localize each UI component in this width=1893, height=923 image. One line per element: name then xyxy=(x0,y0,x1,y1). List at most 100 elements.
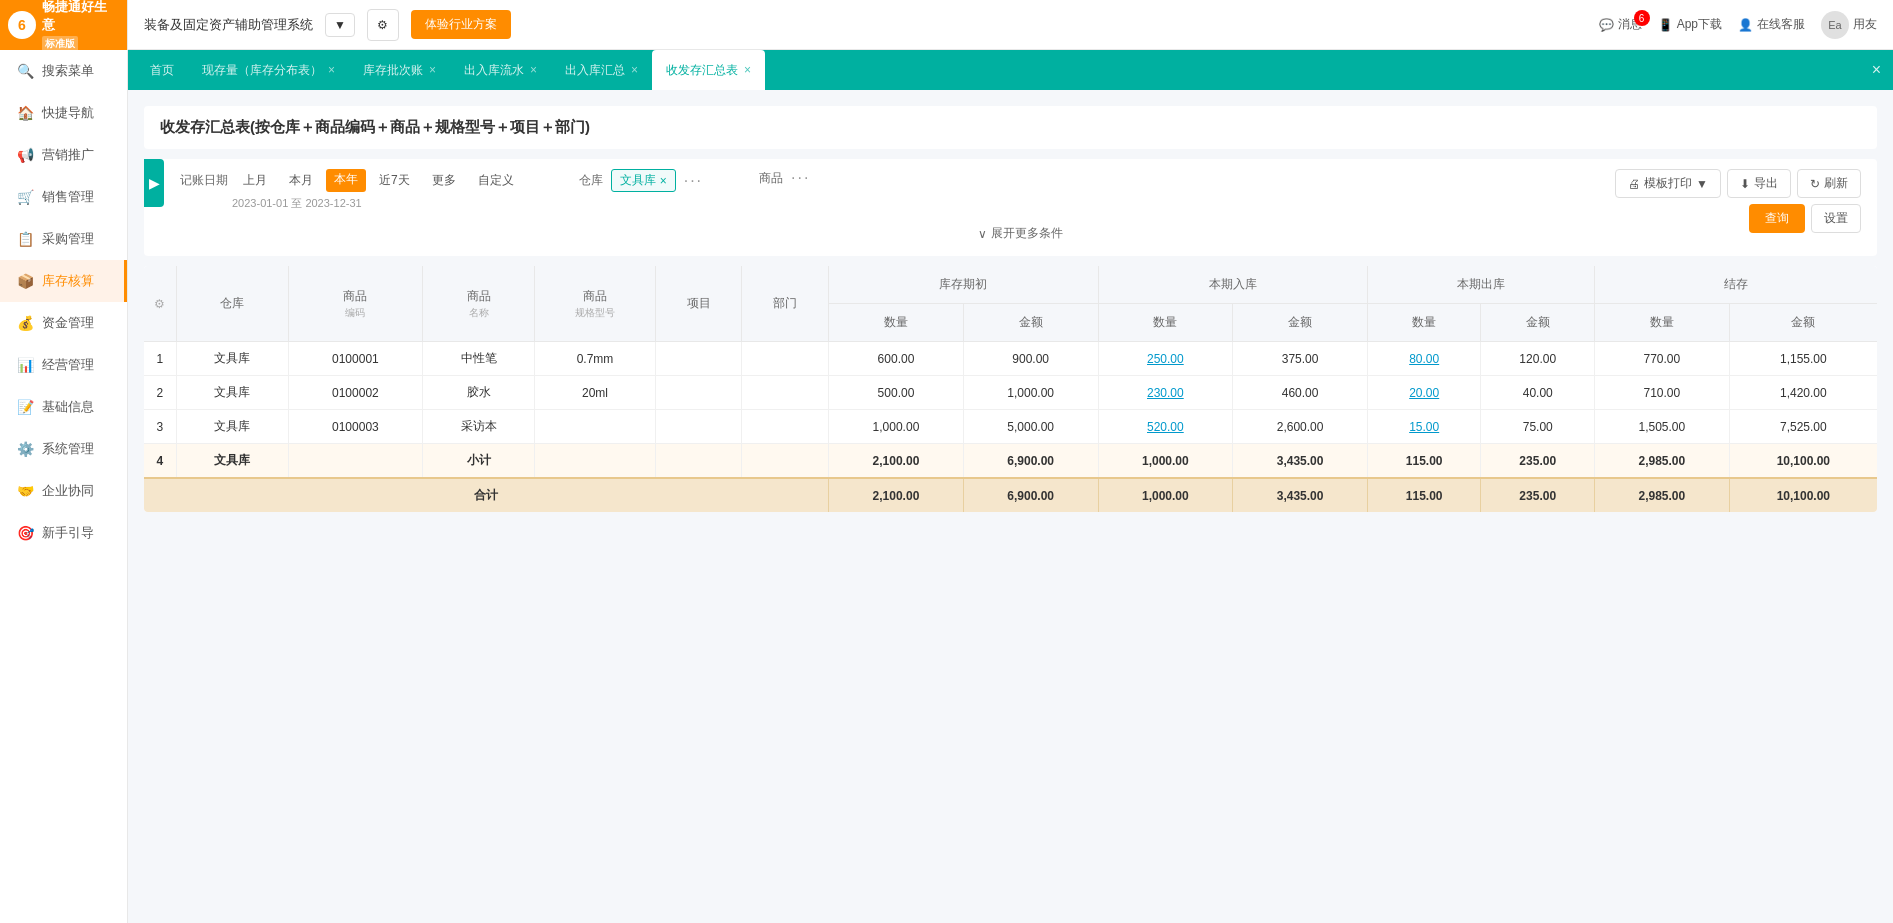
row-no: 1 xyxy=(144,342,176,376)
sidebar-item-operation[interactable]: 📊 经营管理 xyxy=(0,344,127,386)
tab-summary-close[interactable]: × xyxy=(631,64,638,76)
col-in-qty-header: 数量 xyxy=(1098,304,1233,342)
col-bal-amt-header: 金额 xyxy=(1729,304,1877,342)
row-out-qty[interactable]: 80.00 xyxy=(1367,342,1481,376)
settings-button[interactable]: 设置 xyxy=(1811,204,1861,233)
col-open-qty-header: 数量 xyxy=(829,304,964,342)
sidebar-item-base-info[interactable]: 📝 基础信息 xyxy=(0,386,127,428)
sidebar-item-finance[interactable]: 💰 资金管理 xyxy=(0,302,127,344)
row-in-qty[interactable]: 520.00 xyxy=(1098,410,1233,444)
col-opening-header: 库存期初 xyxy=(829,266,1098,304)
sidebar-item-purchase[interactable]: 📋 采购管理 xyxy=(0,218,127,260)
row-bal-qty: 770.00 xyxy=(1594,342,1729,376)
tab-summary[interactable]: 出入库汇总 × xyxy=(551,50,652,90)
topbar-settings-button[interactable]: ⚙ xyxy=(367,9,399,41)
col-out-amt-header: 金额 xyxy=(1481,304,1595,342)
footer-open-amt: 6,900.00 xyxy=(963,478,1098,512)
warehouse-tag[interactable]: 文具库 × xyxy=(611,169,676,192)
online-service-button[interactable]: 👤 在线客服 xyxy=(1738,16,1805,33)
table-row: 4文具库小计2,100.006,900.001,000.003,435.0011… xyxy=(144,444,1877,479)
system-select[interactable]: ▼ xyxy=(325,13,355,37)
topbar: 装备及固定资产辅助管理系统 ▼ ⚙ 体验行业方案 💬 消息 6 📱 App下载 … xyxy=(128,0,1893,50)
date-btn-more[interactable]: 更多 xyxy=(423,169,465,192)
sidebar-item-search[interactable]: 🔍 搜索菜单 xyxy=(0,50,127,92)
date-btn-last-month[interactable]: 上月 xyxy=(234,169,276,192)
logo-title: 畅捷通好生意 xyxy=(42,0,119,34)
date-btn-7days[interactable]: 近7天 xyxy=(370,169,419,192)
row-in-qty[interactable]: 230.00 xyxy=(1098,376,1233,410)
query-button[interactable]: 查询 xyxy=(1749,204,1805,233)
date-btn-this-year[interactable]: 本年 xyxy=(326,169,366,192)
tab-stock-dist[interactable]: 现存量（库存分布表） × xyxy=(188,50,349,90)
row-name: 采访本 xyxy=(423,410,535,444)
tab-batch-close[interactable]: × xyxy=(429,64,436,76)
row-warehouse: 文具库 xyxy=(176,342,288,376)
tab-stock-dist-close[interactable]: × xyxy=(328,64,335,76)
tab-flow-close[interactable]: × xyxy=(530,64,537,76)
row-out-qty[interactable]: 20.00 xyxy=(1367,376,1481,410)
row-in-qty[interactable]: 250.00 xyxy=(1098,342,1233,376)
row-project xyxy=(655,444,742,479)
template-print-button[interactable]: 🖨 模板打印 ▼ xyxy=(1615,169,1721,198)
guide-icon: 🎯 xyxy=(16,525,34,541)
col-in-header: 本期入库 xyxy=(1098,266,1367,304)
service-icon: 👤 xyxy=(1738,18,1753,32)
sidebar-item-inventory[interactable]: 📦 库存核算 xyxy=(0,260,127,302)
row-in-amt: 2,600.00 xyxy=(1233,410,1368,444)
sidebar-item-label: 快捷导航 xyxy=(42,104,94,122)
col-bal-qty-header: 数量 xyxy=(1594,304,1729,342)
tab-batch[interactable]: 库存批次账 × xyxy=(349,50,450,90)
trial-button[interactable]: 体验行业方案 xyxy=(411,10,511,39)
message-badge: 6 xyxy=(1634,10,1650,26)
footer-label: 合计 xyxy=(144,478,829,512)
base-info-icon: 📝 xyxy=(16,399,34,415)
table-container: ⚙ 仓库 商品编码 商品名称 商品规格型号 项目 部门 库存期初 本期入库 本期… xyxy=(144,266,1877,512)
date-btn-this-month[interactable]: 本月 xyxy=(280,169,322,192)
footer-bal-qty: 2,985.00 xyxy=(1594,478,1729,512)
sidebar-item-sales[interactable]: 🛒 销售管理 xyxy=(0,176,127,218)
chevron-down-icon: ∨ xyxy=(978,227,987,241)
sidebar-item-marketing[interactable]: 📢 营销推广 xyxy=(0,134,127,176)
tabs-close-all-button[interactable]: × xyxy=(1868,57,1885,83)
row-spec xyxy=(535,410,656,444)
tab-home[interactable]: 首页 xyxy=(136,50,188,90)
row-no: 4 xyxy=(144,444,176,479)
sidebar-logo: 6 畅捷通好生意 标准版 xyxy=(0,0,127,50)
app-download-button[interactable]: 📱 App下载 xyxy=(1658,16,1722,33)
user-menu[interactable]: Ea 用友 xyxy=(1821,11,1877,39)
tab-recv-send[interactable]: 收发存汇总表 × xyxy=(652,50,765,90)
warehouse-filter-dots[interactable]: ··· xyxy=(684,172,703,190)
home-icon: 🏠 xyxy=(16,105,34,121)
system-title: 装备及固定资产辅助管理系统 xyxy=(144,16,313,34)
refresh-button[interactable]: ↻ 刷新 xyxy=(1797,169,1861,198)
footer-bal-amt: 10,100.00 xyxy=(1729,478,1877,512)
row-bal-amt: 7,525.00 xyxy=(1729,410,1877,444)
col-goods-name-header: 商品名称 xyxy=(423,266,535,342)
date-range-text: 2023-01-01 至 2023-12-31 xyxy=(232,196,523,211)
sidebar-item-quick-nav[interactable]: 🏠 快捷导航 xyxy=(0,92,127,134)
page-content: 收发存汇总表(按仓库＋商品编码＋商品＋规格型号＋项目＋部门) ▶ 记账日期 上月… xyxy=(128,90,1893,923)
sidebar-item-system[interactable]: ⚙️ 系统管理 xyxy=(0,428,127,470)
sidebar-item-enterprise[interactable]: 🤝 企业协同 xyxy=(0,470,127,512)
tabs-bar: 首页 现存量（库存分布表） × 库存批次账 × 出入库流水 × 出入库汇总 × … xyxy=(128,50,1893,90)
col-settings-header[interactable]: ⚙ xyxy=(144,266,176,342)
col-balance-header: 结存 xyxy=(1594,266,1877,304)
row-bal-qty: 1,505.00 xyxy=(1594,410,1729,444)
operation-icon: 📊 xyxy=(16,357,34,373)
footer-out-amt: 235.00 xyxy=(1481,478,1595,512)
filter-toggle-button[interactable]: ▶ xyxy=(144,159,164,207)
warehouse-tag-remove[interactable]: × xyxy=(660,174,667,188)
expand-more-button[interactable]: ∨ 展开更多条件 xyxy=(978,219,1063,248)
sidebar-item-guide[interactable]: 🎯 新手引导 xyxy=(0,512,127,554)
tab-recv-send-close[interactable]: × xyxy=(744,64,751,76)
message-button[interactable]: 💬 消息 6 xyxy=(1599,16,1642,33)
tab-flow[interactable]: 出入库流水 × xyxy=(450,50,551,90)
export-button[interactable]: ⬇ 导出 xyxy=(1727,169,1791,198)
finance-icon: 💰 xyxy=(16,315,34,331)
date-btn-custom[interactable]: 自定义 xyxy=(469,169,523,192)
footer-in-amt: 3,435.00 xyxy=(1233,478,1368,512)
row-out-qty[interactable]: 15.00 xyxy=(1367,410,1481,444)
row-out-amt: 120.00 xyxy=(1481,342,1595,376)
goods-filter-dots[interactable]: ··· xyxy=(791,169,810,187)
sidebar-item-label: 企业协同 xyxy=(42,482,94,500)
